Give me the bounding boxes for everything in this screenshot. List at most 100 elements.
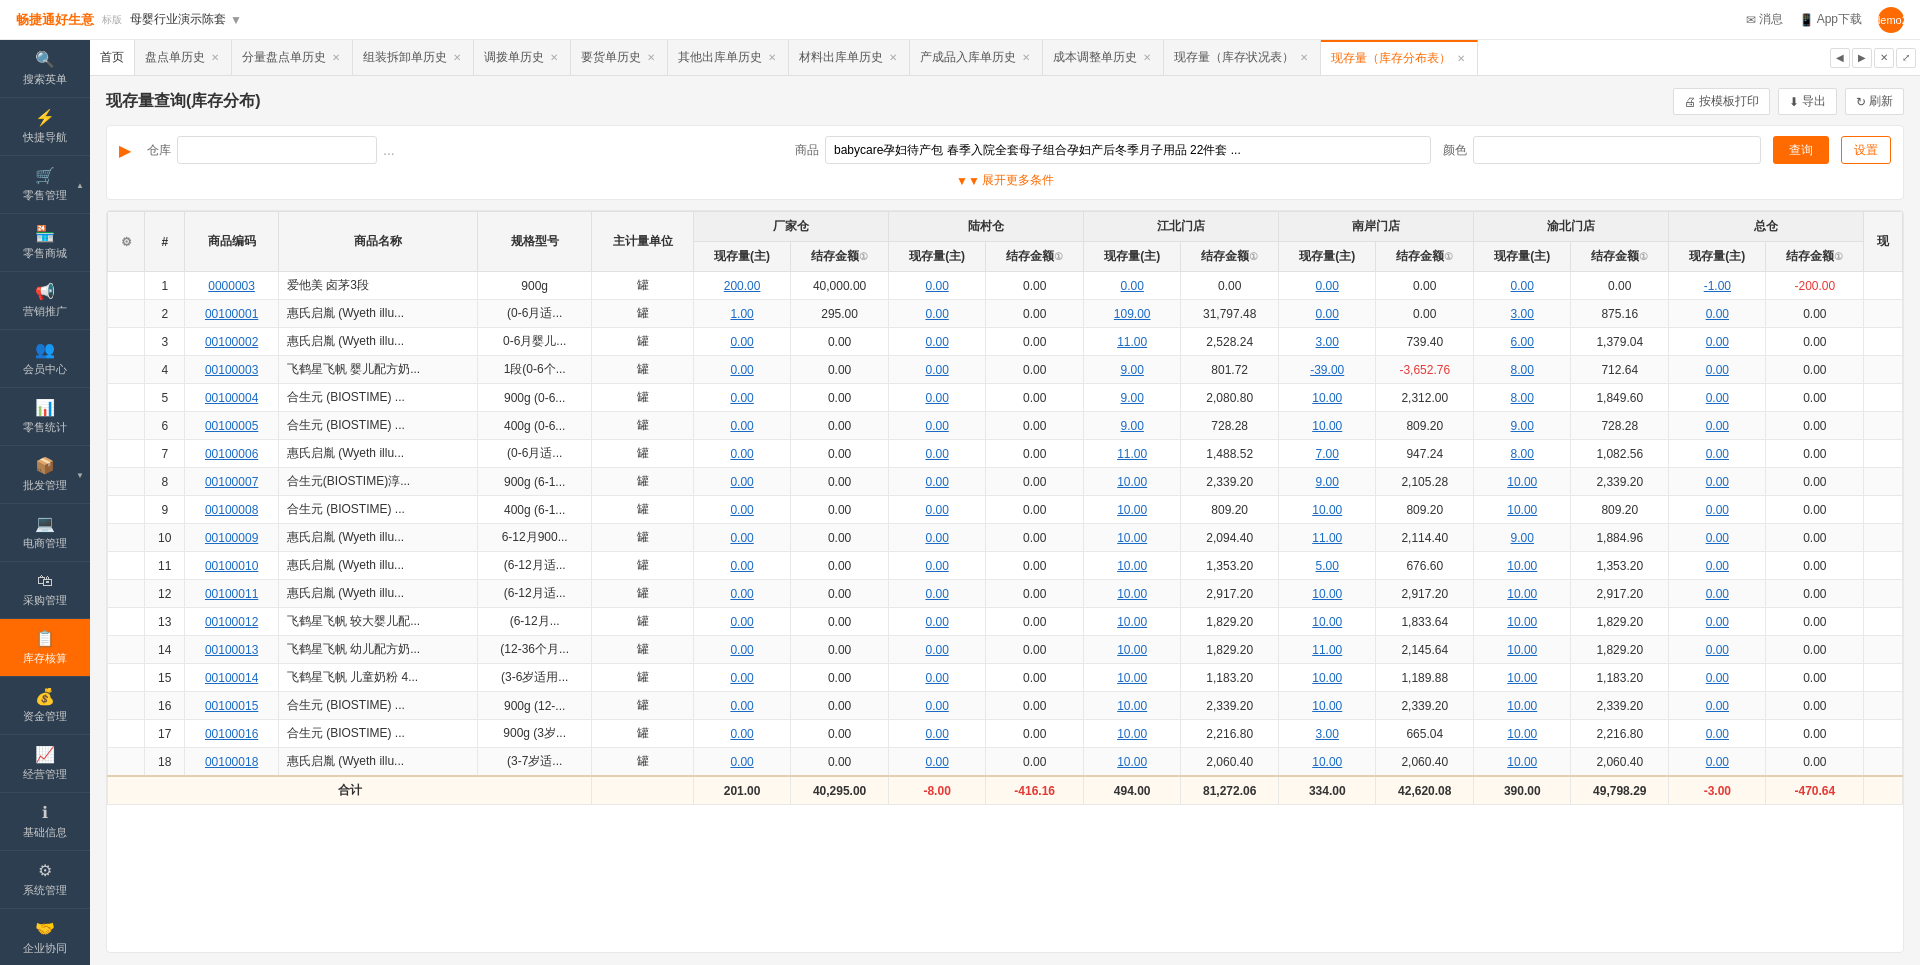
row-c2-qty[interactable]: 0.00 xyxy=(889,272,986,300)
row-c1-qty[interactable]: 0.00 xyxy=(694,384,791,412)
tab-10-close[interactable]: ✕ xyxy=(1298,51,1310,64)
search-expand-arrow[interactable]: ▶ xyxy=(119,141,131,160)
row-c4-qty[interactable]: 10.00 xyxy=(1279,580,1376,608)
row-c1-qty[interactable]: 200.00 xyxy=(694,272,791,300)
row-code[interactable]: 00100001 xyxy=(185,300,278,328)
row-code[interactable]: 00100011 xyxy=(185,580,278,608)
row-c3-qty[interactable]: 10.00 xyxy=(1084,468,1181,496)
row-c5-qty[interactable]: 6.00 xyxy=(1474,328,1571,356)
row-c5-qty[interactable]: 10.00 xyxy=(1474,580,1571,608)
row-c4-qty[interactable]: 3.00 xyxy=(1279,720,1376,748)
factory-amt-info[interactable]: ① xyxy=(859,251,868,262)
tab-11-close[interactable]: ✕ xyxy=(1455,52,1467,65)
row-c3-qty[interactable]: 109.00 xyxy=(1084,300,1181,328)
row-c1-qty[interactable]: 0.00 xyxy=(694,636,791,664)
row-c3-qty[interactable]: 0.00 xyxy=(1084,272,1181,300)
row-total-qty[interactable]: 0.00 xyxy=(1669,692,1766,720)
row-c3-qty[interactable]: 10.00 xyxy=(1084,580,1181,608)
row-code[interactable]: 00100007 xyxy=(185,468,278,496)
row-total-qty[interactable]: 0.00 xyxy=(1669,608,1766,636)
settings-btn[interactable]: 设置 xyxy=(1841,136,1891,164)
row-c1-qty[interactable]: 0.00 xyxy=(694,440,791,468)
goods-input[interactable] xyxy=(825,136,1431,164)
tab-maximize-btn[interactable]: ⤢ xyxy=(1896,48,1916,68)
tab-7-close[interactable]: ✕ xyxy=(887,51,899,64)
sidebar-item-system[interactable]: ⚙ 系统管理 xyxy=(0,851,90,909)
row-code[interactable]: 00100006 xyxy=(185,440,278,468)
tab-8[interactable]: 产成品入库单历史 ✕ xyxy=(910,40,1043,75)
warehouse-input[interactable] xyxy=(177,136,377,164)
sidebar-item-nav[interactable]: ⚡ 快捷导航 xyxy=(0,98,90,156)
sidebar-item-inventory[interactable]: 📋 库存核算 xyxy=(0,619,90,677)
warehouse-more-btn[interactable]: ... xyxy=(383,142,395,158)
row-c3-qty[interactable]: 9.00 xyxy=(1084,356,1181,384)
row-c4-qty[interactable]: 10.00 xyxy=(1279,608,1376,636)
row-c5-qty[interactable]: 8.00 xyxy=(1474,440,1571,468)
row-total-qty[interactable]: 0.00 xyxy=(1669,300,1766,328)
row-c1-qty[interactable]: 0.00 xyxy=(694,580,791,608)
row-c2-qty[interactable]: 0.00 xyxy=(889,664,986,692)
sidebar-item-purchase[interactable]: 🛍 采购管理 xyxy=(0,562,90,619)
gear-icon[interactable]: ⚙ xyxy=(121,235,132,249)
row-code[interactable]: 00100014 xyxy=(185,664,278,692)
tab-1[interactable]: 盘点单历史 ✕ xyxy=(135,40,232,75)
row-c3-qty[interactable]: 11.00 xyxy=(1084,328,1181,356)
row-total-qty[interactable]: 0.00 xyxy=(1669,664,1766,692)
table-scroll[interactable]: ⚙ # 商品编码 商品名称 规格型号 主计量单位 厂家仓 陆村仓 江北门店 南岸… xyxy=(107,211,1903,952)
row-code[interactable]: 00100016 xyxy=(185,720,278,748)
app-download-btn[interactable]: 📱 App下载 xyxy=(1799,11,1862,28)
row-c2-qty[interactable]: 0.00 xyxy=(889,748,986,777)
row-c2-qty[interactable]: 0.00 xyxy=(889,440,986,468)
row-c4-qty[interactable]: 5.00 xyxy=(1279,552,1376,580)
row-c4-qty[interactable]: 0.00 xyxy=(1279,272,1376,300)
row-total-qty[interactable]: 0.00 xyxy=(1669,636,1766,664)
store-dropdown-arrow[interactable]: ▼ xyxy=(230,13,242,27)
sidebar-item-ecommerce[interactable]: 💻 电商管理 xyxy=(0,504,90,562)
row-c3-qty[interactable]: 11.00 xyxy=(1084,440,1181,468)
tab-4[interactable]: 调拨单历史 ✕ xyxy=(474,40,571,75)
row-c5-qty[interactable]: 10.00 xyxy=(1474,608,1571,636)
row-c2-qty[interactable]: 0.00 xyxy=(889,524,986,552)
row-c1-qty[interactable]: 0.00 xyxy=(694,608,791,636)
row-c4-qty[interactable]: 10.00 xyxy=(1279,496,1376,524)
sidebar-item-operations[interactable]: 📈 经营管理 xyxy=(0,735,90,793)
row-code[interactable]: 00100012 xyxy=(185,608,278,636)
row-c2-qty[interactable]: 0.00 xyxy=(889,636,986,664)
row-c5-qty[interactable]: 10.00 xyxy=(1474,720,1571,748)
row-c2-qty[interactable]: 0.00 xyxy=(889,384,986,412)
row-total-qty[interactable]: 0.00 xyxy=(1669,580,1766,608)
tab-5[interactable]: 要货单历史 ✕ xyxy=(571,40,668,75)
row-code[interactable]: 00100004 xyxy=(185,384,278,412)
tab-6[interactable]: 其他出库单历史 ✕ xyxy=(668,40,789,75)
sidebar-item-retail-stats[interactable]: 📊 零售统计 xyxy=(0,388,90,446)
row-c3-qty[interactable]: 9.00 xyxy=(1084,384,1181,412)
row-c5-qty[interactable]: 10.00 xyxy=(1474,664,1571,692)
row-c5-qty[interactable]: 10.00 xyxy=(1474,748,1571,777)
row-c1-qty[interactable]: 0.00 xyxy=(694,524,791,552)
row-code[interactable]: 00100008 xyxy=(185,496,278,524)
row-code[interactable]: 00100009 xyxy=(185,524,278,552)
row-code[interactable]: 00100002 xyxy=(185,328,278,356)
expand-conditions-btn[interactable]: ▼▼ 展开更多条件 xyxy=(956,172,1054,189)
row-c5-qty[interactable]: 9.00 xyxy=(1474,412,1571,440)
row-c4-qty[interactable]: 11.00 xyxy=(1279,524,1376,552)
row-c2-qty[interactable]: 0.00 xyxy=(889,552,986,580)
refresh-btn[interactable]: ↻ 刷新 xyxy=(1845,88,1904,115)
tab-3[interactable]: 组装拆卸单历史 ✕ xyxy=(353,40,474,75)
row-c4-qty[interactable]: 10.00 xyxy=(1279,384,1376,412)
row-c4-qty[interactable]: 10.00 xyxy=(1279,748,1376,777)
row-total-qty[interactable]: 0.00 xyxy=(1669,356,1766,384)
tab-7[interactable]: 材料出库单历史 ✕ xyxy=(789,40,910,75)
row-c3-qty[interactable]: 10.00 xyxy=(1084,524,1181,552)
row-c1-qty[interactable]: 0.00 xyxy=(694,748,791,777)
row-code[interactable]: 0000003 xyxy=(185,272,278,300)
tab-1-close[interactable]: ✕ xyxy=(209,51,221,64)
row-c4-qty[interactable]: 0.00 xyxy=(1279,300,1376,328)
row-c4-qty[interactable]: 10.00 xyxy=(1279,692,1376,720)
tab-next-btn[interactable]: ▶ xyxy=(1852,48,1872,68)
row-code[interactable]: 00100013 xyxy=(185,636,278,664)
row-c2-qty[interactable]: 0.00 xyxy=(889,468,986,496)
row-c4-qty[interactable]: -39.00 xyxy=(1279,356,1376,384)
store-selector[interactable]: 母婴行业演示陈套 ▼ xyxy=(130,11,242,28)
tab-10[interactable]: 现存量（库存状况表） ✕ xyxy=(1164,40,1321,75)
